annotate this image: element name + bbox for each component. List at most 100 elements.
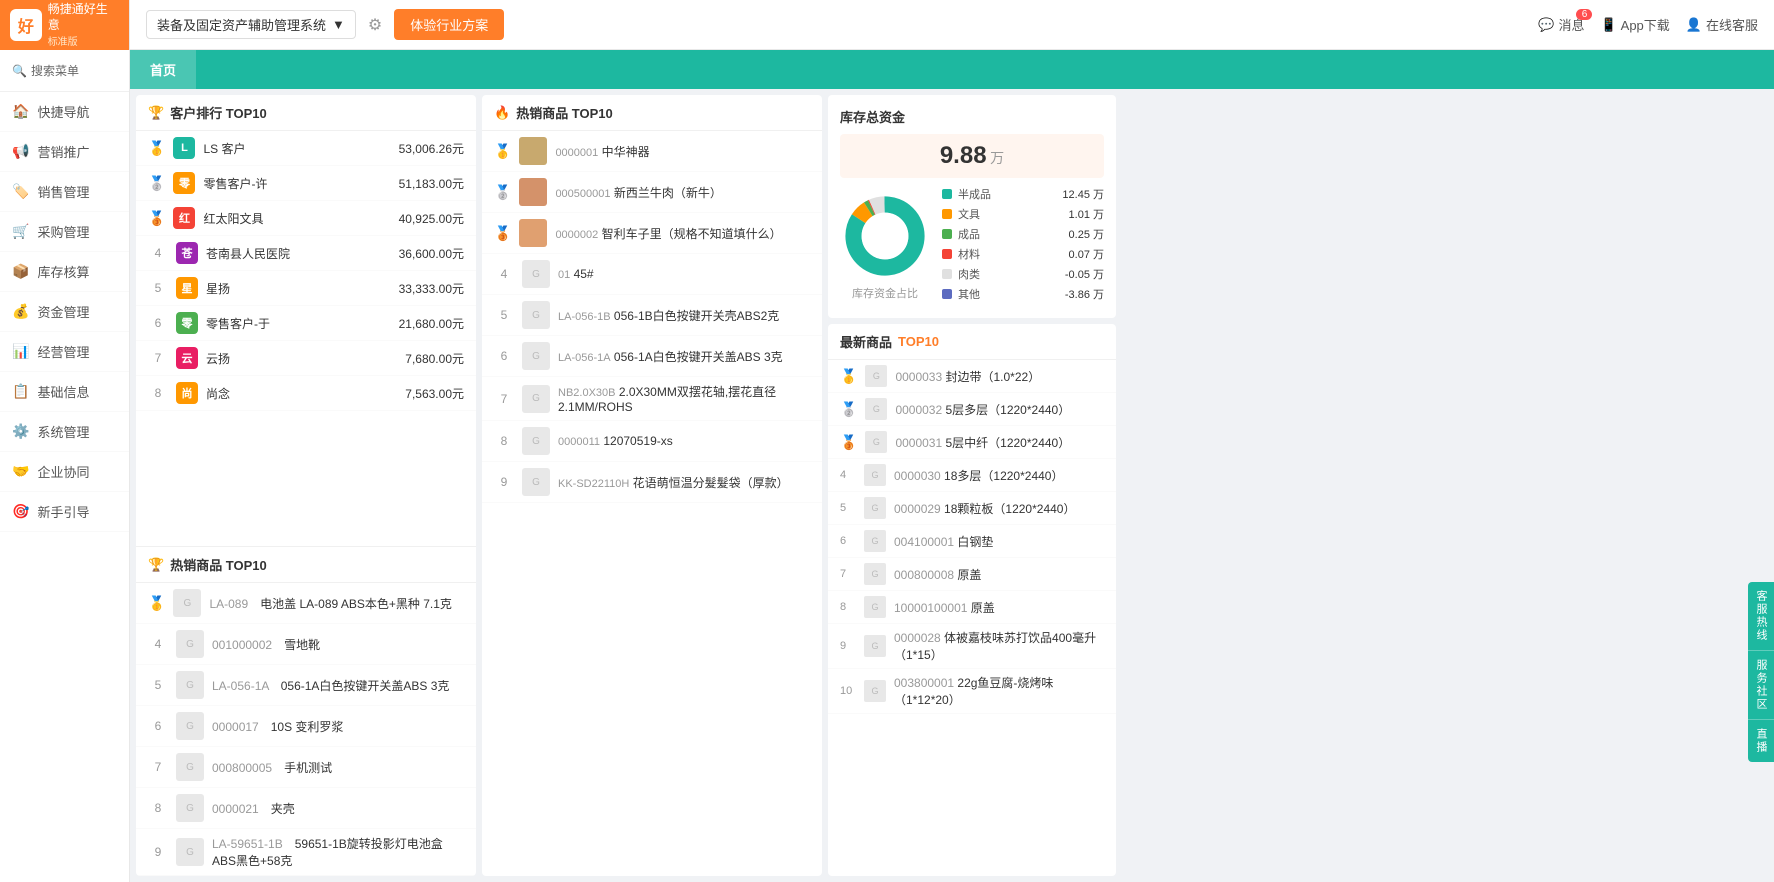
inventory-total: 9.88 万: [840, 134, 1104, 178]
service-community-button[interactable]: 服务社区: [1748, 651, 1774, 720]
settings-icon[interactable]: ⚙: [368, 15, 382, 35]
hot-products-header: 🔥 热销商品 TOP10: [482, 95, 822, 131]
product-thumbnail: G: [522, 385, 550, 413]
trial-button[interactable]: 体验行业方案: [394, 9, 504, 40]
product-row: 6 G 0000017 10S 变利罗浆: [136, 706, 476, 747]
sidebar-item-home[interactable]: 🏠 快捷导航: [0, 92, 129, 132]
rank-number: 6: [148, 316, 168, 330]
guide-icon: 🎯: [12, 503, 29, 520]
sidebar-item-collaboration[interactable]: 🤝 企业协同: [0, 452, 129, 492]
product-row: 8 G 0000011 12070519-xs: [482, 421, 822, 462]
app-download-button[interactable]: 📱 App下载: [1600, 15, 1669, 34]
new-products-title: 最新商品: [840, 332, 892, 351]
customer-hotline-button[interactable]: 客服热线: [1748, 582, 1774, 651]
product-info: 0000017 10S 变利罗浆: [212, 718, 464, 735]
new-products-section: 最新商品 TOP10 🥇 G 0000033 封边带（1.0*22） 🥈 G 0…: [828, 324, 1116, 876]
service-icon: 👤: [1686, 17, 1702, 33]
product-info: 0000011 12070519-xs: [558, 434, 810, 448]
product-thumbnail: G: [864, 464, 886, 486]
rank-number: 6: [494, 349, 514, 363]
customer-ranking-title: 客户排行 TOP10: [170, 103, 267, 122]
tab-home[interactable]: 首页: [130, 50, 196, 89]
rank-number: 5: [840, 502, 856, 514]
hot-products-panel: 🔥 热销商品 TOP10 🥇 0000001 中华神器 🥈 000500001 …: [482, 95, 822, 876]
product-info: 0000002 智利车子里（规格不知道填什么）: [555, 225, 810, 242]
customer-amount: 36,600.00元: [399, 245, 464, 262]
customer-name: 零售客户-许: [203, 175, 390, 192]
product-row: 7 G 000800005 手机测试: [136, 747, 476, 788]
product-info: 000800005 手机测试: [212, 759, 464, 776]
sidebar-item-system[interactable]: ⚙️ 系统管理: [0, 412, 129, 452]
online-service-button[interactable]: 👤 在线客服: [1686, 15, 1758, 34]
sidebar-item-label: 销售管理: [37, 182, 89, 201]
customer-amount: 21,680.00元: [399, 315, 464, 332]
sidebar-item-label: 企业协同: [37, 462, 89, 481]
legend-dot: [942, 289, 952, 299]
rank-number: 6: [148, 719, 168, 733]
legend-value: -0.05 万: [1065, 266, 1104, 282]
rank-number: 4: [148, 637, 168, 651]
rank-number: 5: [148, 678, 168, 692]
product-info: NB2.0X30B 2.0X30MM双摆花轴,摆花直径2.1MM/ROHS: [558, 383, 810, 414]
product-row: 4 G 01 45#: [482, 254, 822, 295]
sidebar-item-basicinfo[interactable]: 📋 基础信息: [0, 372, 129, 412]
sidebar-item-finance[interactable]: 💰 资金管理: [0, 292, 129, 332]
medal-icon: 🥉: [148, 210, 165, 227]
new-product-info: 0000033 封边带（1.0*22）: [895, 368, 1104, 385]
medal-icon: 🥈: [840, 401, 857, 418]
message-button[interactable]: 💬 消息 6: [1538, 15, 1584, 34]
customer-rank-row: 8 尚 尚念 7,563.00元: [136, 376, 476, 411]
product-thumbnail: G: [522, 468, 550, 496]
legend-value: 0.07 万: [1069, 246, 1104, 262]
customer-avatar: 尚: [176, 382, 198, 404]
search-menu-label: 搜索菜单: [31, 62, 79, 79]
product-info: 001000002 雪地靴: [212, 636, 464, 653]
product-row: 🥇 G LA-089 电池盖 LA-089 ABS本色+黑种 7.1克: [136, 583, 476, 624]
product-thumbnail: G: [176, 794, 204, 822]
product-row: 7 G NB2.0X30B 2.0X30MM双摆花轴,摆花直径2.1MM/ROH…: [482, 377, 822, 421]
system-selector[interactable]: 装备及固定资产辅助管理系统 ▼: [146, 10, 356, 39]
customer-avatar: 零: [173, 172, 195, 194]
sidebar-item-operations[interactable]: 📊 经营管理: [0, 332, 129, 372]
sidebar-item-purchase[interactable]: 🛒 采购管理: [0, 212, 129, 252]
legend-item: 半成品 12.45 万: [942, 186, 1104, 202]
new-products-list: 🥇 G 0000033 封边带（1.0*22） 🥈 G 0000032 5层多层…: [828, 360, 1116, 714]
rank-number: 7: [148, 760, 168, 774]
legend-item: 肉类 -0.05 万: [942, 266, 1104, 282]
customer-avatar: L: [173, 137, 195, 159]
sidebar-item-marketing[interactable]: 📢 营销推广: [0, 132, 129, 172]
hot-products-middle-title: 热销商品 TOP10: [170, 555, 267, 574]
new-product-info: 10000100001 原盖: [894, 599, 1104, 616]
sidebar-item-guide[interactable]: 🎯 新手引导: [0, 492, 129, 532]
product-thumbnail: G: [864, 596, 886, 618]
hot-products-middle: 🏆 热销商品 TOP10 🥇 G LA-089 电池盖 LA-089 ABS本色…: [136, 546, 476, 876]
customer-rank-row: 🥉 红 红太阳文具 40,925.00元: [136, 201, 476, 236]
purchase-icon: 🛒: [12, 223, 29, 240]
chevron-down-icon: ▼: [332, 17, 345, 32]
top10-badge: TOP10: [898, 334, 939, 349]
new-product-info: 004100001 白钢垫: [894, 533, 1104, 550]
search-menu-button[interactable]: 🔍 搜索菜单: [8, 58, 121, 83]
live-stream-button[interactable]: 直播: [1748, 720, 1774, 762]
hot-products-title: 热销商品 TOP10: [516, 103, 613, 122]
logo-text: 畅捷通好生意: [48, 2, 119, 33]
new-product-info: 000800008 原盖: [894, 566, 1104, 583]
finance-icon: 💰: [12, 303, 29, 320]
operations-icon: 📊: [12, 343, 29, 360]
sidebar-item-sales[interactable]: 🏷️ 销售管理: [0, 172, 129, 212]
new-product-info: 003800001 22g鱼豆腐-烧烤味（1*12*20）: [894, 674, 1104, 708]
customer-ranking-panel: 🏆 客户排行 TOP10 🥇 L LS 客户 53,006.26元 🥈 零 零售…: [136, 95, 476, 876]
topbar: 装备及固定资产辅助管理系统 ▼ ⚙ 体验行业方案 💬 消息 6 📱 App下载 …: [130, 0, 1774, 50]
customer-avatar: 星: [176, 277, 198, 299]
product-thumbnail: G: [176, 838, 204, 866]
product-info: 0000001 中华神器: [555, 143, 810, 160]
customer-name: 零售客户-于: [206, 315, 391, 332]
legend-item: 文具 1.01 万: [942, 206, 1104, 222]
message-badge: 6: [1576, 9, 1592, 20]
product-thumbnail: G: [176, 630, 204, 658]
medal-icon: 🥈: [148, 175, 165, 192]
customer-rank-row: 5 星 星扬 33,333.00元: [136, 271, 476, 306]
customer-amount: 40,925.00元: [399, 210, 464, 227]
sidebar-item-inventory[interactable]: 📦 库存核算: [0, 252, 129, 292]
logo-icon: 好: [10, 9, 42, 41]
